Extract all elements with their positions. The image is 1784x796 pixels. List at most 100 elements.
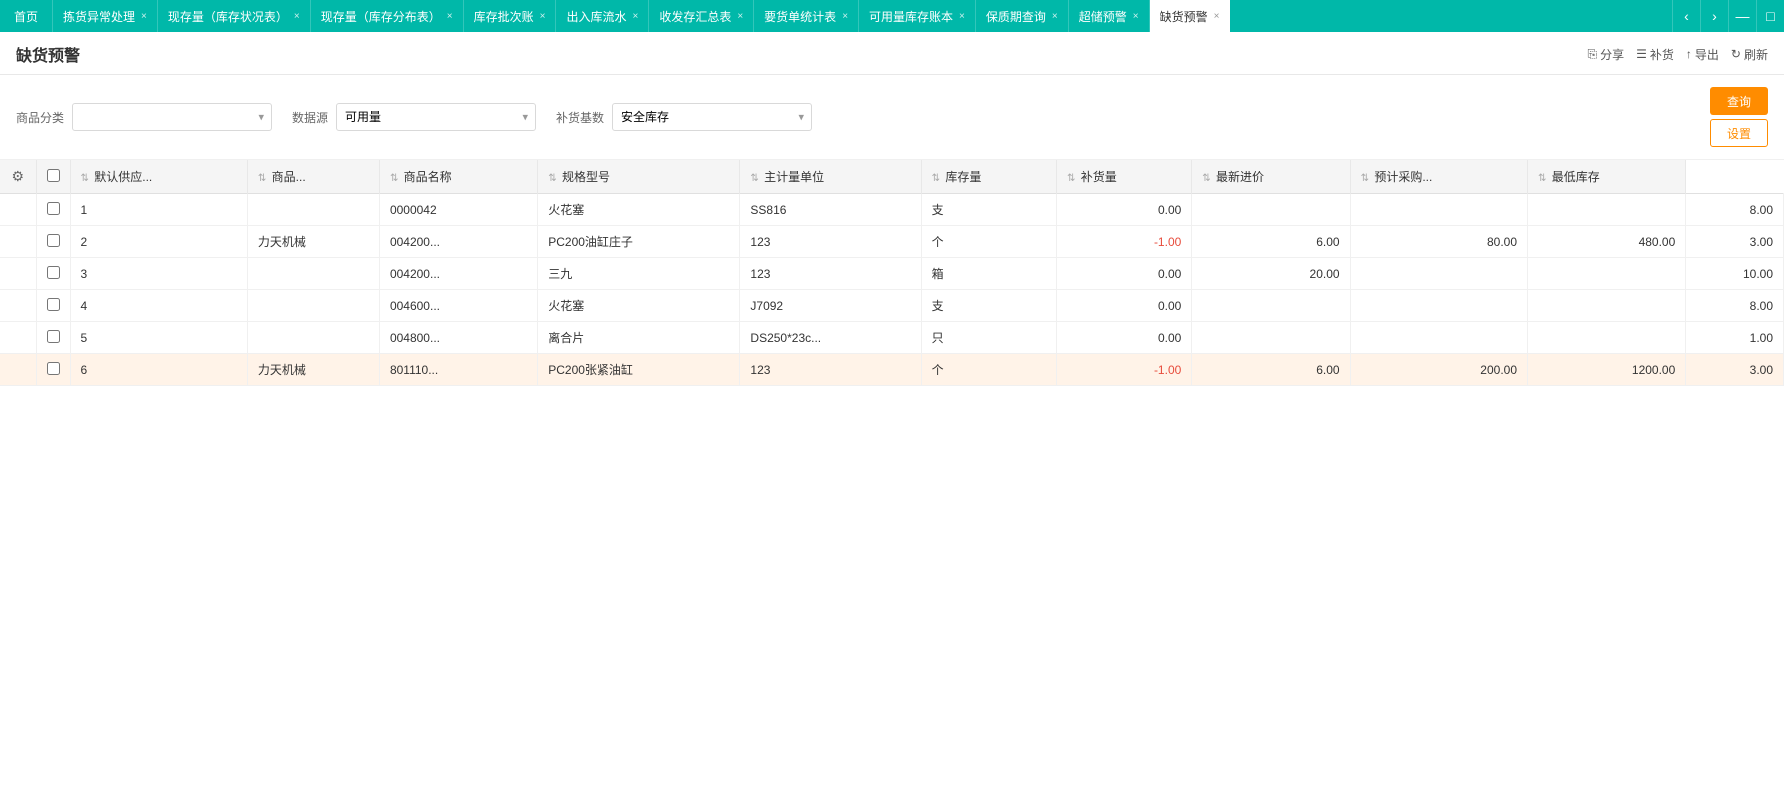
- row-name: PC200油缸庄子: [538, 226, 740, 258]
- col-stock[interactable]: ⇅ 库存量: [921, 160, 1056, 194]
- refresh-icon: ↻: [1731, 47, 1741, 61]
- tab-11[interactable]: 缺货预警 ×: [1150, 0, 1231, 32]
- tab-8-close[interactable]: ×: [959, 11, 965, 22]
- row-stock: 0.00: [1056, 258, 1191, 290]
- tab-home[interactable]: 首页: [0, 0, 53, 32]
- restock-button[interactable]: ☰ 补货: [1636, 46, 1674, 63]
- tab-2-close[interactable]: ×: [294, 11, 300, 22]
- tab-3[interactable]: 现存量（库存分布表） ×: [311, 0, 464, 32]
- row-unit: 个: [921, 354, 1056, 386]
- row-checkbox-5[interactable]: [47, 362, 60, 375]
- row-gear: [0, 226, 36, 258]
- tab-2[interactable]: 现存量（库存状况表） ×: [158, 0, 311, 32]
- tab-3-close[interactable]: ×: [447, 11, 453, 22]
- row-checkbox-4[interactable]: [47, 330, 60, 343]
- settings-button[interactable]: 设置: [1710, 119, 1768, 147]
- row-supplier: 力天机械: [247, 226, 379, 258]
- col-supplier-label: 默认供应...: [94, 170, 152, 184]
- row-unit: 支: [921, 290, 1056, 322]
- row-restock: [1192, 322, 1350, 354]
- col-min-stock[interactable]: ⇅ 最低库存: [1528, 160, 1686, 194]
- row-stock: 0.00: [1056, 290, 1191, 322]
- filter-datasource-select[interactable]: 可用量: [336, 103, 536, 131]
- col-unit[interactable]: ⇅ 主计量单位: [740, 160, 921, 194]
- row-latest-price: [1350, 290, 1527, 322]
- row-checkbox-2[interactable]: [47, 266, 60, 279]
- row-checkbox-3[interactable]: [47, 298, 60, 311]
- tab-10[interactable]: 超储预警 ×: [1069, 0, 1150, 32]
- tab-10-close[interactable]: ×: [1133, 11, 1139, 22]
- col-stock-label: 库存量: [945, 170, 981, 184]
- tab-5-close[interactable]: ×: [632, 11, 638, 22]
- sort-icon-minstock: ⇅: [1538, 173, 1546, 184]
- row-name: 火花塞: [538, 194, 740, 226]
- refresh-button[interactable]: ↻ 刷新: [1731, 46, 1768, 63]
- row-gear: [0, 322, 36, 354]
- row-min-stock: 3.00: [1686, 354, 1784, 386]
- tab-9-close[interactable]: ×: [1052, 11, 1058, 22]
- tab-11-close[interactable]: ×: [1214, 11, 1220, 22]
- nav-maximize-btn[interactable]: □: [1756, 0, 1784, 32]
- row-stock: -1.00: [1056, 226, 1191, 258]
- table-body: 1 0000042 火花塞 SS816 支 0.00 8.00 2 力天机械 0…: [0, 194, 1784, 386]
- refresh-label: 刷新: [1744, 46, 1768, 63]
- sort-icon-name: ⇅: [390, 173, 398, 184]
- col-latest-price-label: 最新进价: [1216, 170, 1264, 184]
- tab-4[interactable]: 库存批次账 ×: [464, 0, 557, 32]
- filter-datasource-label: 数据源: [292, 109, 328, 126]
- col-name[interactable]: ⇅ 商品名称: [379, 160, 537, 194]
- nav-prev-btn[interactable]: ‹: [1672, 0, 1700, 32]
- sort-icon-spec: ⇅: [548, 173, 556, 184]
- filter-base-select[interactable]: 安全库存: [612, 103, 812, 131]
- row-spec: J7092: [740, 290, 921, 322]
- row-supplier: [247, 322, 379, 354]
- tab-9[interactable]: 保质期查询 ×: [976, 0, 1069, 32]
- tab-8[interactable]: 可用量库存账本 ×: [859, 0, 976, 32]
- row-checkbox-0[interactable]: [47, 202, 60, 215]
- table-row: 4 004600... 火花塞 J7092 支 0.00 8.00: [0, 290, 1784, 322]
- tab-6-close[interactable]: ×: [737, 11, 743, 22]
- filter-row: 商品分类 数据源 可用量 补货基数 安全库存 查询: [0, 75, 1784, 160]
- settings-icon[interactable]: ⚙: [11, 168, 24, 184]
- row-num: 5: [70, 322, 247, 354]
- row-check: [36, 354, 70, 386]
- tab-1-close[interactable]: ×: [141, 11, 147, 22]
- col-estimated[interactable]: ⇅ 预计采购...: [1350, 160, 1527, 194]
- col-spec[interactable]: ⇅ 规格型号: [538, 160, 740, 194]
- row-check: [36, 322, 70, 354]
- col-restock[interactable]: ⇅ 补货量: [1056, 160, 1191, 194]
- page-container: 缺货预警 ⎘ 分享 ☰ 补货 ↑ 导出 ↻ 刷新 商品分类: [0, 32, 1784, 796]
- export-button[interactable]: ↑ 导出: [1686, 46, 1719, 63]
- row-num: 6: [70, 354, 247, 386]
- row-unit: 个: [921, 226, 1056, 258]
- row-estimated: [1528, 290, 1686, 322]
- tab-5[interactable]: 出入库流水 ×: [556, 0, 649, 32]
- query-button[interactable]: 查询: [1710, 87, 1768, 115]
- row-name: 火花塞: [538, 290, 740, 322]
- row-code: 004600...: [379, 290, 537, 322]
- filter-category-select[interactable]: [72, 103, 272, 131]
- tab-3-label: 现存量（库存分布表）: [321, 8, 441, 25]
- tab-1[interactable]: 拣货异常处理 ×: [53, 0, 158, 32]
- share-button[interactable]: ⎘ 分享: [1588, 46, 1625, 63]
- row-num: 4: [70, 290, 247, 322]
- row-name: 三九: [538, 258, 740, 290]
- select-all-checkbox[interactable]: [47, 169, 60, 182]
- col-code[interactable]: ⇅ 商品...: [247, 160, 379, 194]
- nav-minimize-btn[interactable]: —: [1728, 0, 1756, 32]
- row-spec: 123: [740, 258, 921, 290]
- tab-7-close[interactable]: ×: [842, 11, 848, 22]
- nav-next-btn[interactable]: ›: [1700, 0, 1728, 32]
- tab-7[interactable]: 要货单统计表 ×: [754, 0, 859, 32]
- row-checkbox-1[interactable]: [47, 234, 60, 247]
- row-restock: [1192, 194, 1350, 226]
- row-check: [36, 258, 70, 290]
- col-supplier[interactable]: ⇅ 默认供应...: [70, 160, 247, 194]
- row-latest-price: 200.00: [1350, 354, 1527, 386]
- tab-6[interactable]: 收发存汇总表 ×: [649, 0, 754, 32]
- tab-4-close[interactable]: ×: [540, 11, 546, 22]
- row-unit: 支: [921, 194, 1056, 226]
- row-spec: DS250*23c...: [740, 322, 921, 354]
- col-latest-price[interactable]: ⇅ 最新进价: [1192, 160, 1350, 194]
- col-gear[interactable]: ⚙: [0, 160, 36, 194]
